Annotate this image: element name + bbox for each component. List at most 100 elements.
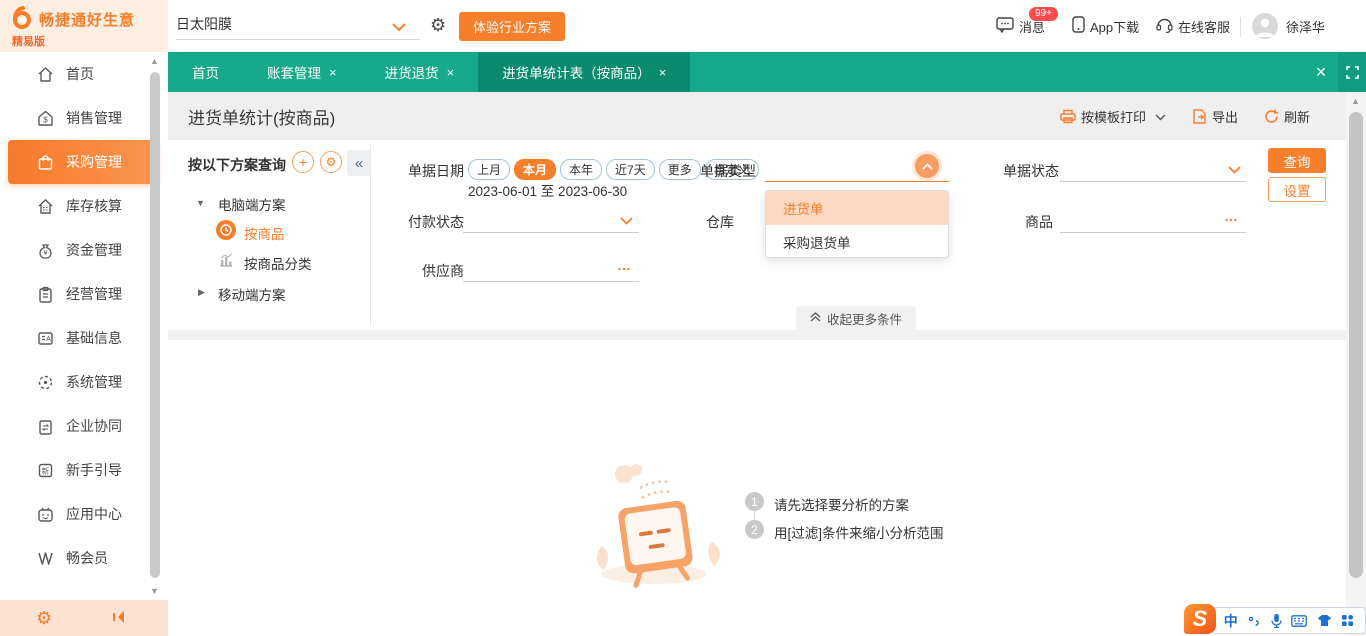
account-select[interactable]: 日太阳膜	[176, 14, 420, 40]
warehouse-icon	[36, 197, 54, 215]
step-connector	[754, 511, 755, 520]
tree-group-pc[interactable]: 电脑端方案	[218, 194, 286, 214]
print-label: 按模板打印	[1080, 109, 1146, 125]
doc-type-collapse-icon[interactable]	[915, 154, 939, 178]
step-1-text: 请先选择要分析的方案	[774, 498, 909, 513]
caret-down-icon[interactable]: ▼	[196, 198, 205, 208]
svg-text:A: A	[46, 336, 51, 343]
print-by-template-button[interactable]: 按模板打印	[1060, 107, 1166, 126]
page-title-bar: 进货单统计(按商品) 按模板打印 导出 刷新	[168, 92, 1346, 140]
close-icon[interactable]: ×	[447, 65, 455, 80]
sidebar-item-funds[interactable]: ¥ 资金管理	[0, 228, 168, 272]
sidebar-item-collaboration[interactable]: 企业协同	[0, 404, 168, 448]
warehouse-label: 仓库	[706, 214, 734, 230]
close-all-tabs-icon[interactable]: ×	[1304, 52, 1338, 92]
main-scroll-up-icon[interactable]: ▲	[1351, 96, 1360, 106]
tab-account-management[interactable]: 账套管理 ×	[243, 52, 361, 92]
sidebar-item-guide[interactable]: 新 新手引导	[0, 448, 168, 492]
online-service-button[interactable]: 在线客服	[1156, 0, 1230, 52]
dropdown-option-purchase-return[interactable]: 采购退货单	[766, 225, 948, 257]
trial-industry-button[interactable]: 体验行业方案	[459, 12, 566, 41]
tree-item-by-category[interactable]: 按商品分类	[244, 253, 312, 273]
supplier-field[interactable]	[463, 258, 639, 282]
tab-label: 进货退货	[384, 66, 439, 81]
tree-item-by-goods[interactable]: 按商品	[244, 223, 285, 243]
pill-last-month[interactable]: 上月	[468, 159, 511, 180]
chevron-down-icon[interactable]	[620, 212, 633, 228]
sidebar-scroll-down-icon[interactable]: ▼	[150, 586, 159, 596]
sidebar-scroll-up-icon[interactable]: ▲	[150, 56, 159, 66]
pill-more[interactable]: 更多	[658, 159, 701, 180]
chevron-down-icon	[392, 19, 406, 35]
gear-icon[interactable]: ⚙	[430, 15, 446, 36]
collapse-more-conditions-button[interactable]: 收起更多条件	[796, 306, 917, 330]
close-icon[interactable]: ×	[659, 65, 667, 80]
sidebar-item-label: 系统管理	[66, 374, 122, 390]
chevron-down-icon[interactable]	[1228, 161, 1241, 177]
goods-field[interactable]	[1060, 209, 1246, 233]
svg-text:¥: ¥	[43, 248, 48, 257]
tab-purchase-stats-active[interactable]: 进货单统计表（按商品） ×	[478, 52, 691, 92]
scheme-clock-icon	[216, 220, 236, 240]
add-scheme-button[interactable]: +	[292, 151, 314, 173]
fullscreen-icon[interactable]	[1338, 52, 1366, 92]
close-icon[interactable]: ×	[329, 65, 337, 80]
svg-text:$: $	[43, 115, 48, 124]
sidebar-item-inventory[interactable]: 库存核算	[0, 184, 168, 228]
app-download-button[interactable]: App下载	[1072, 0, 1139, 52]
main-scrollbar[interactable]	[1349, 112, 1363, 578]
sidebar-scrollbar[interactable]	[150, 72, 160, 578]
pill-this-year[interactable]: 本年	[560, 159, 603, 180]
sidebar-item-label: 资金管理	[66, 242, 122, 258]
supplier-picker-icon[interactable]: …	[617, 257, 632, 273]
sidebar-item-label: 畅会员	[66, 550, 108, 566]
guide-icon: 新	[36, 461, 54, 479]
step-1-badge: 1	[745, 492, 764, 511]
caret-right-icon[interactable]: ▶	[198, 287, 205, 298]
sidebar-item-label: 新手引导	[66, 462, 122, 478]
sidebar-item-base-info[interactable]: A 基础信息	[0, 316, 168, 360]
tab-purchase-returns[interactable]: 进货退货 ×	[361, 52, 479, 92]
doc-type-dropdown: 进货单 采购退货单	[765, 190, 949, 258]
pill-this-month[interactable]: 本月	[514, 159, 557, 180]
ime-keyboard-icon[interactable]	[1291, 614, 1308, 627]
sidebar-item-home[interactable]: 首页	[0, 52, 168, 96]
payment-status-label: 付款状态	[408, 214, 464, 230]
ime-language-toggle[interactable]: 中	[1224, 611, 1238, 631]
date-range-value: 2023-06-01 至 2023-06-30	[468, 184, 628, 199]
goods-picker-icon[interactable]: …	[1224, 208, 1239, 224]
scheme-settings-icon[interactable]: ⚙	[320, 151, 342, 173]
supplier-label: 供应商	[422, 263, 464, 279]
sidebar-item-operations[interactable]: 经营管理	[0, 272, 168, 316]
sidebar-item-label: 首页	[66, 66, 94, 82]
sidebar-item-app-center[interactable]: 应用中心	[0, 492, 168, 536]
sidebar-item-sales[interactable]: $ 销售管理	[0, 96, 168, 140]
query-button[interactable]: 查询	[1268, 148, 1326, 173]
dropdown-option-purchase-order[interactable]: 进货单	[766, 191, 948, 225]
export-button[interactable]: 导出	[1192, 107, 1238, 126]
ime-toolbox-icon[interactable]	[1341, 614, 1354, 627]
export-icon	[1192, 108, 1207, 124]
sidebar-item-purchase[interactable]: 采购管理	[8, 140, 158, 184]
collapse-scheme-panel-button[interactable]: «	[347, 150, 371, 176]
sidebar-item-membership[interactable]: 畅会员	[0, 536, 168, 580]
tab-home[interactable]: 首页	[168, 52, 243, 92]
clipboard-icon	[36, 285, 54, 303]
ime-punctuation-icon[interactable]	[1247, 615, 1261, 627]
sidebar-item-system[interactable]: 系统管理	[0, 360, 168, 404]
ime-skin-icon[interactable]	[1317, 614, 1332, 627]
tab-label: 进货单统计表（按商品）	[502, 66, 651, 81]
doc-status-field[interactable]	[1060, 158, 1246, 182]
avatar[interactable]	[1252, 13, 1278, 39]
ime-microphone-icon[interactable]	[1271, 613, 1282, 628]
ime-logo[interactable]: S	[1184, 604, 1216, 634]
footer-gear-icon[interactable]: ⚙	[36, 608, 52, 629]
collapse-sidebar-icon[interactable]	[110, 610, 128, 627]
username[interactable]: 徐泽华	[1286, 0, 1325, 52]
refresh-button[interactable]: 刷新	[1264, 107, 1310, 126]
settings-button[interactable]: 设置	[1268, 177, 1326, 202]
base-info-icon: A	[36, 329, 54, 347]
tree-group-mobile[interactable]: 移动端方案	[218, 284, 286, 304]
pill-last-7-days[interactable]: 近7天	[606, 159, 655, 180]
payment-status-field[interactable]	[463, 209, 639, 233]
